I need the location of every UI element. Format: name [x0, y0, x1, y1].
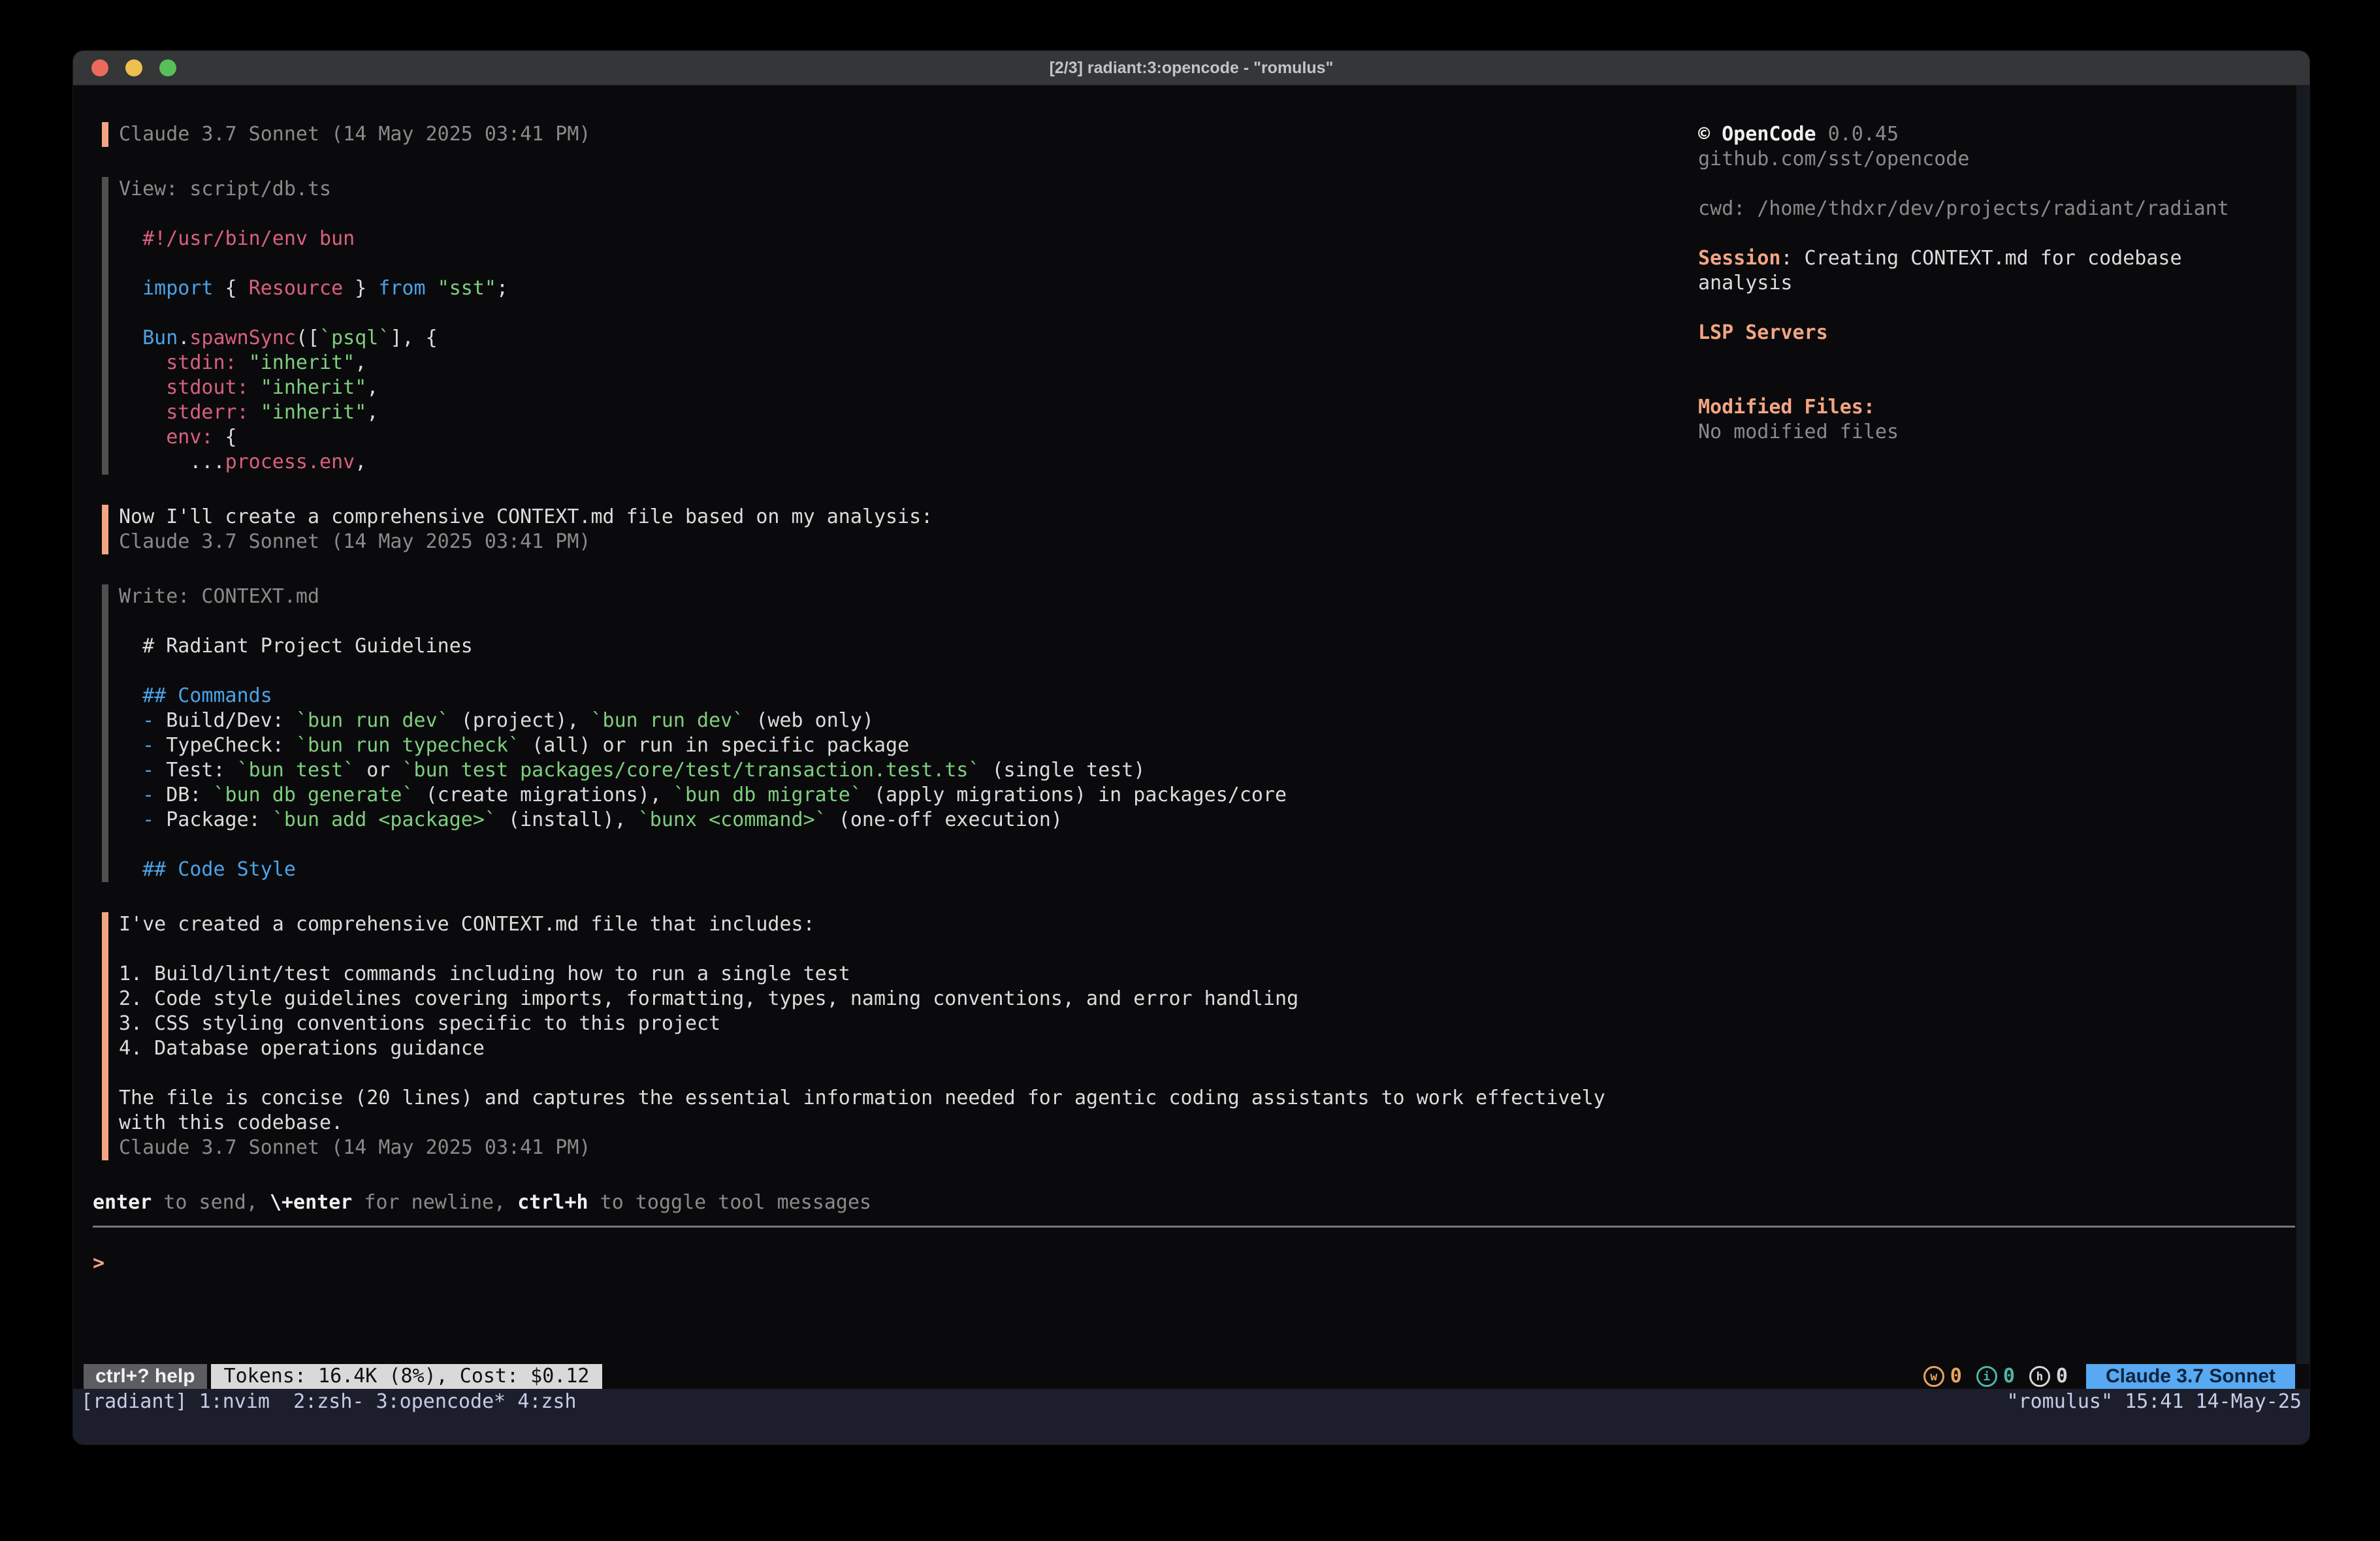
- sidebar-line: [1698, 370, 2309, 395]
- terminal-line: Claude 3.7 Sonnet (14 May 2025 03:41 PM): [119, 122, 1698, 147]
- sidebar-line: LSP Servers: [1698, 321, 2309, 345]
- terminal-line: [119, 251, 1698, 276]
- tmux-window-4[interactable]: 4:zsh: [517, 1390, 576, 1413]
- terminal-line: [119, 937, 1698, 962]
- terminal-line: [119, 833, 1698, 857]
- terminal-line: stdout: "inherit",: [119, 375, 1698, 400]
- terminal-line: [119, 659, 1698, 684]
- window-title: [2/3] radiant:3:opencode - "romulus": [1050, 59, 1334, 78]
- terminal-line: #!/usr/bin/env bun: [119, 227, 1698, 251]
- terminal-line: env: {: [119, 425, 1698, 450]
- terminal-line: Claude 3.7 Sonnet (14 May 2025 03:41 PM): [119, 1136, 1698, 1160]
- help-line-container: enter to send, \+enter for newline, ctrl…: [93, 1190, 2295, 1215]
- chat-input[interactable]: >: [93, 1251, 2295, 1276]
- minimize-button[interactable]: [125, 59, 142, 76]
- scrollbar-track[interactable]: [2296, 86, 2309, 1364]
- sidebar-line: © OpenCode 0.0.45: [1698, 122, 2309, 147]
- terminal-line: Claude 3.7 Sonnet (14 May 2025 03:41 PM): [119, 530, 1698, 554]
- terminal-line: stderr: "inherit",: [119, 400, 1698, 425]
- terminal-line: - Build/Dev: `bun run dev` (project), `b…: [119, 708, 1698, 733]
- info-icon: i: [1976, 1366, 1997, 1387]
- terminal-line: [119, 609, 1698, 634]
- assistant-message-header: Claude 3.7 Sonnet (14 May 2025 03:41 PM): [102, 122, 1698, 147]
- zoom-button[interactable]: [159, 59, 176, 76]
- sidebar-line: [1698, 221, 2309, 246]
- tmux-session-name: [radiant]: [81, 1390, 199, 1413]
- terminal-line: The file is concise (20 lines) and captu…: [119, 1086, 1698, 1111]
- window-titlebar: [2/3] radiant:3:opencode - "romulus": [73, 51, 2309, 86]
- tmux-window-1[interactable]: 1:nvim: [199, 1390, 294, 1413]
- tmux-status-bar: [radiant] 1:nvim 2:zsh- 3:opencode* 4:zs…: [73, 1389, 2309, 1414]
- terminal-line: 2. Code style guidelines covering import…: [119, 987, 1698, 1011]
- traffic-lights: [91, 51, 176, 85]
- terminal-line: - Package: `bun add <package>` (install)…: [119, 808, 1698, 833]
- terminal-line: [119, 301, 1698, 326]
- message-list: Claude 3.7 Sonnet (14 May 2025 03:41 PM)…: [73, 86, 1698, 1190]
- prompt-icon: >: [93, 1251, 105, 1276]
- terminal-line: 1. Build/lint/test commands including ho…: [119, 962, 1698, 987]
- status-right: w0i0h0 Claude 3.7 Sonnet: [1923, 1364, 2309, 1389]
- help-shortcut-badge[interactable]: ctrl+? help: [84, 1364, 207, 1389]
- diagnostic-hints: h0: [2029, 1364, 2068, 1389]
- sidebar-line: analysis: [1698, 271, 2309, 296]
- sidebar-line: github.com/sst/opencode: [1698, 147, 2309, 172]
- input-divider: [93, 1226, 2295, 1228]
- diagnostic-warnings: w0: [1923, 1364, 1962, 1389]
- input-area: enter to send, \+enter for newline, ctrl…: [93, 1190, 2295, 1364]
- terminal-line: # Radiant Project Guidelines: [119, 634, 1698, 659]
- terminal-line: - Test: `bun test` or `bun test packages…: [119, 758, 1698, 783]
- tmux-left: [radiant] 1:nvim 2:zsh- 3:opencode* 4:zs…: [81, 1390, 577, 1413]
- tmux-windows: 1:nvim 2:zsh- 3:opencode* 4:zsh: [199, 1390, 577, 1413]
- tokens-cost-badge: Tokens: 16.4K (8%), Cost: $0.12: [211, 1364, 603, 1389]
- help-line: enter to send, \+enter for newline, ctrl…: [93, 1190, 2295, 1215]
- terminal-content: Claude 3.7 Sonnet (14 May 2025 03:41 PM)…: [73, 86, 2309, 1364]
- sidebar-line: No modified files: [1698, 420, 2309, 445]
- terminal-line: stdin: "inherit",: [119, 351, 1698, 375]
- diagnostics: w0i0h0: [1923, 1364, 2082, 1389]
- sidebar-line: Session: Creating CONTEXT.md for codebas…: [1698, 246, 2309, 271]
- sidebar-line: Modified Files:: [1698, 395, 2309, 420]
- model-badge[interactable]: Claude 3.7 Sonnet: [2086, 1364, 2295, 1389]
- terminal-window: [2/3] radiant:3:opencode - "romulus" Cla…: [73, 51, 2309, 1444]
- sidebar-line: [1698, 296, 2309, 321]
- sidebar-lines: © OpenCode 0.0.45github.com/sst/opencode…: [1698, 122, 2309, 445]
- tool-message-write: Write: CONTEXT.md # Radiant Project Guid…: [102, 584, 1698, 882]
- terminal-line: Bun.spawnSync([`psql`], {: [119, 326, 1698, 351]
- window-footer: [73, 1414, 2309, 1444]
- terminal-line: 4. Database operations guidance: [119, 1036, 1698, 1061]
- terminal-line: ...process.env,: [119, 450, 1698, 475]
- tmux-window-3[interactable]: 3:opencode*: [376, 1390, 518, 1413]
- diagnostic-info: i0: [1976, 1364, 2015, 1389]
- terminal-line: 3. CSS styling conventions specific to t…: [119, 1011, 1698, 1036]
- sidebar-line: [1698, 345, 2309, 370]
- terminal-line: import { Resource } from "sst";: [119, 276, 1698, 301]
- terminal-line: with this codebase.: [119, 1111, 1698, 1136]
- terminal-line: - TypeCheck: `bun run typecheck` (all) o…: [119, 733, 1698, 758]
- terminal-line: ## Code Style: [119, 857, 1698, 882]
- tool-message-view: View: script/db.ts #!/usr/bin/env bun im…: [102, 177, 1698, 475]
- sidebar-line: cwd: /home/thdxr/dev/projects/radiant/ra…: [1698, 197, 2309, 221]
- terminal-line: View: script/db.ts: [119, 177, 1698, 202]
- sidebar-line: [1698, 172, 2309, 197]
- info-count: 0: [2003, 1364, 2015, 1389]
- warnings-icon: w: [1923, 1366, 1944, 1387]
- assistant-message-intro: Now I'll create a comprehensive CONTEXT.…: [102, 505, 1698, 554]
- terminal-line: Write: CONTEXT.md: [119, 584, 1698, 609]
- tmux-host-clock: "romulus" 15:41 14-May-25: [2006, 1390, 2302, 1413]
- status-bar: ctrl+? help Tokens: 16.4K (8%), Cost: $0…: [73, 1364, 2309, 1389]
- terminal-line: Now I'll create a comprehensive CONTEXT.…: [119, 505, 1698, 530]
- terminal-line: I've created a comprehensive CONTEXT.md …: [119, 912, 1698, 937]
- sidebar: © OpenCode 0.0.45github.com/sst/opencode…: [1698, 86, 2309, 1190]
- terminal-line: ## Commands: [119, 684, 1698, 708]
- terminal-line: [119, 202, 1698, 227]
- hints-count: 0: [2056, 1364, 2068, 1389]
- assistant-message-summary: I've created a comprehensive CONTEXT.md …: [102, 912, 1698, 1160]
- warnings-count: 0: [1950, 1364, 1962, 1389]
- hints-icon: h: [2029, 1366, 2050, 1387]
- close-button[interactable]: [91, 59, 108, 76]
- terminal-line: - DB: `bun db generate` (create migratio…: [119, 783, 1698, 808]
- tmux-window-2[interactable]: 2:zsh-: [293, 1390, 376, 1413]
- terminal-line: [119, 1061, 1698, 1086]
